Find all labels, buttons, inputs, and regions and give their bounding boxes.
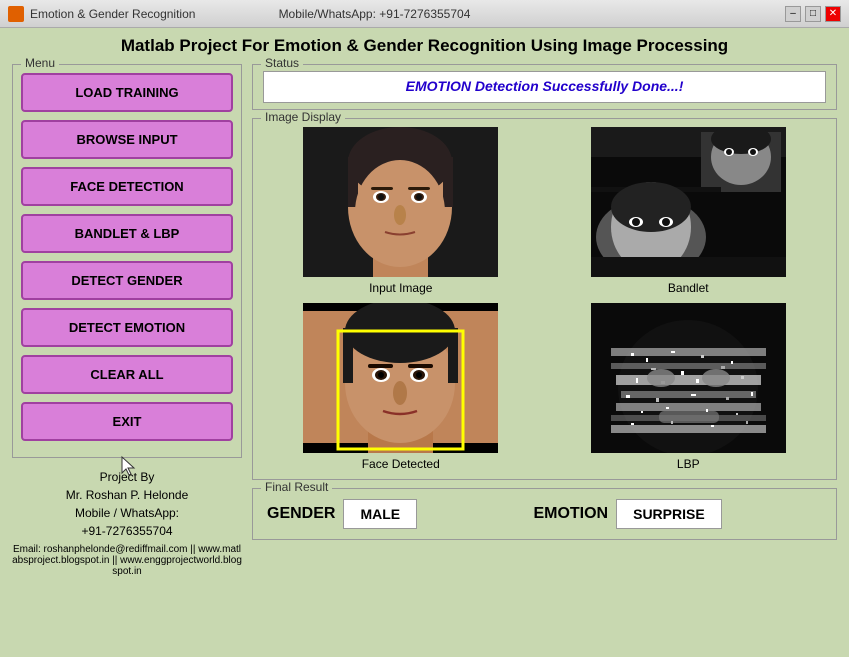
titlebar-title: Emotion & Gender Recognition bbox=[30, 7, 195, 21]
emotion-key: EMOTION bbox=[533, 505, 608, 523]
titlebar: Emotion & Gender Recognition Mobile/What… bbox=[0, 0, 849, 28]
face-detected-label: Face Detected bbox=[362, 457, 440, 471]
detect-gender-button[interactable]: DETECT GENDER bbox=[21, 261, 233, 300]
detect-emotion-button[interactable]: DETECT EMOTION bbox=[21, 308, 233, 347]
gender-value: MALE bbox=[343, 499, 417, 529]
bandlet-image-label: Bandlet bbox=[668, 281, 709, 295]
gender-result-item: GENDER MALE bbox=[267, 499, 417, 529]
main-content: Matlab Project For Emotion & Gender Reco… bbox=[0, 28, 849, 585]
project-info: Project By Mr. Roshan P. Helonde Mobile … bbox=[12, 468, 242, 540]
left-panel: Menu LOAD TRAINING BROWSE INPUT FACE DET… bbox=[12, 64, 242, 577]
input-image bbox=[303, 127, 498, 277]
right-panel: Status EMOTION Detection Successfully Do… bbox=[252, 64, 837, 577]
face-detection-button[interactable]: FACE DETECTION bbox=[21, 167, 233, 206]
status-box: Status EMOTION Detection Successfully Do… bbox=[252, 64, 837, 110]
titlebar-contact: Mobile/WhatsApp: +91-7276355704 bbox=[279, 7, 471, 21]
menu-label: Menu bbox=[21, 56, 59, 70]
menu-box: Menu LOAD TRAINING BROWSE INPUT FACE DET… bbox=[12, 64, 242, 458]
final-result-label: Final Result bbox=[261, 480, 332, 494]
bandlet-image bbox=[591, 127, 786, 277]
gender-key: GENDER bbox=[267, 505, 335, 523]
app-icon bbox=[8, 6, 24, 22]
input-image-cell: Input Image bbox=[261, 127, 541, 295]
mobile-label: Mobile / WhatsApp: bbox=[12, 504, 242, 522]
emotion-result-item: EMOTION SURPRISE bbox=[533, 499, 721, 529]
status-text-container: EMOTION Detection Successfully Done...! bbox=[263, 71, 826, 103]
minimize-button[interactable]: – bbox=[785, 6, 801, 22]
bandlet-image-cell: Bandlet bbox=[549, 127, 829, 295]
mobile-number: +91-7276355704 bbox=[12, 522, 242, 540]
lbp-image-cell: LBP bbox=[549, 303, 829, 471]
clear-all-button[interactable]: CLEAR ALL bbox=[21, 355, 233, 394]
maximize-button[interactable]: □ bbox=[805, 6, 821, 22]
image-display-box: Image Display bbox=[252, 118, 837, 480]
result-row: GENDER MALE EMOTION SURPRISE bbox=[267, 499, 822, 529]
image-display-label: Image Display bbox=[261, 110, 345, 124]
browse-input-button[interactable]: BROWSE INPUT bbox=[21, 120, 233, 159]
close-button[interactable]: ✕ bbox=[825, 6, 841, 22]
emotion-value: SURPRISE bbox=[616, 499, 722, 529]
titlebar-controls: – □ ✕ bbox=[785, 6, 841, 22]
exit-button[interactable]: EXIT bbox=[21, 402, 233, 441]
status-label: Status bbox=[261, 56, 303, 70]
email-info: Email: roshanphelonde@rediffmail.com || … bbox=[12, 544, 242, 577]
page-title: Matlab Project For Emotion & Gender Reco… bbox=[12, 36, 837, 56]
image-grid: Input Image bbox=[261, 127, 828, 471]
bandlet-lbp-button[interactable]: BANDLET & LBP bbox=[21, 214, 233, 253]
load-training-button[interactable]: LOAD TRAINING bbox=[21, 73, 233, 112]
project-by-line: Project By bbox=[12, 468, 242, 486]
face-detected-image bbox=[303, 303, 498, 453]
face-detected-cell: Face Detected bbox=[261, 303, 541, 471]
titlebar-left: Emotion & Gender Recognition Mobile/What… bbox=[8, 5, 470, 23]
lower-area: Menu LOAD TRAINING BROWSE INPUT FACE DET… bbox=[12, 64, 837, 577]
final-result-box: Final Result GENDER MALE EMOTION SURPRIS… bbox=[252, 488, 837, 540]
author-name: Mr. Roshan P. Helonde bbox=[12, 486, 242, 504]
lbp-image-label: LBP bbox=[677, 457, 700, 471]
lbp-image bbox=[591, 303, 786, 453]
status-message: EMOTION Detection Successfully Done...! bbox=[406, 78, 684, 94]
input-image-label: Input Image bbox=[369, 281, 432, 295]
